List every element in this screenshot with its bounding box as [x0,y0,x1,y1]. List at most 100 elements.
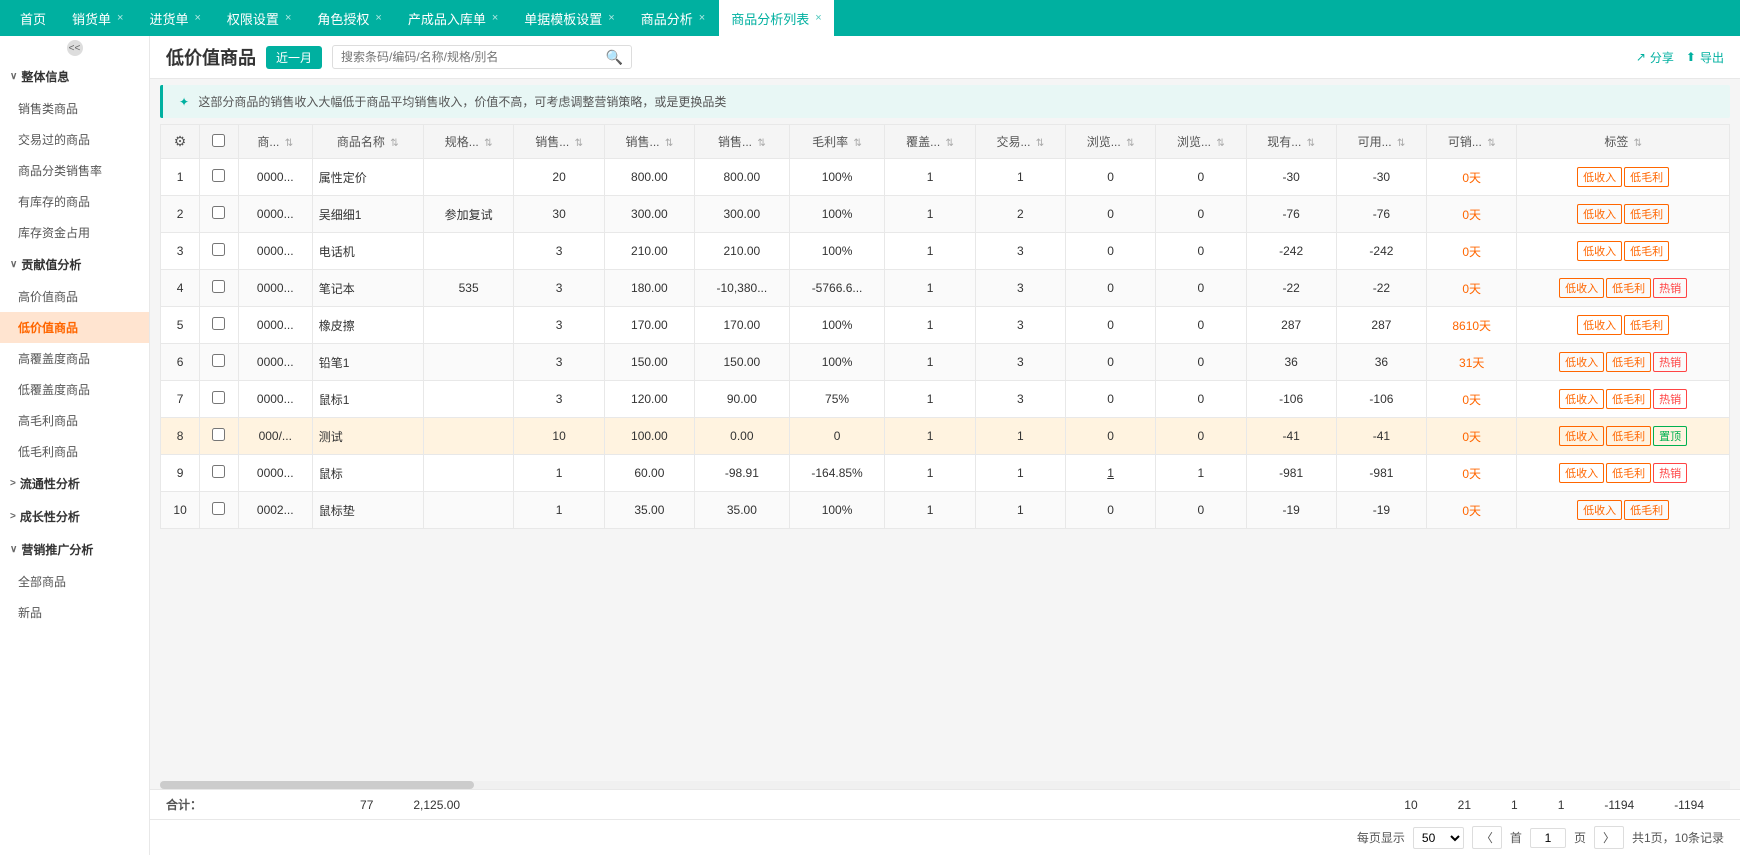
sidebar-item-1-0[interactable]: 高价值商品 [0,281,149,312]
row-sale-qty: 10 [514,418,604,455]
settings-col-header[interactable]: ⚙ [161,125,200,159]
close-icon[interactable]: × [608,12,614,24]
col-coverage[interactable]: 覆盖... ⇅ [885,125,975,159]
col-sale-qty[interactable]: 销售... ⇅ [514,125,604,159]
sidebar-item-1-2[interactable]: 高覆盖度商品 [0,343,149,374]
sidebar-item-0-4[interactable]: 库存资金占用 [0,217,149,248]
row-checkbox[interactable] [200,418,239,455]
share-button[interactable]: ↗ 分享 [1636,49,1674,66]
nav-tab-首页[interactable]: 首页 [8,0,58,36]
view1-value[interactable]: 1 [1107,466,1114,480]
col-tags[interactable]: 标签 ⇅ [1517,125,1730,159]
sidebar-collapse-btn[interactable]: << [67,40,83,56]
row-select-checkbox[interactable] [212,391,225,404]
sidebar-item-1-1[interactable]: 低价值商品 [0,312,149,343]
row-checkbox[interactable] [200,307,239,344]
next-page-btn[interactable]: 〉 [1594,826,1624,849]
scrollbar-thumb[interactable] [160,781,474,789]
nav-tab-商品分析[interactable]: 商品分析× [629,0,717,36]
close-icon[interactable]: × [375,12,381,24]
select-all-checkbox[interactable] [212,134,225,147]
row-select-checkbox[interactable] [212,428,225,441]
close-icon[interactable]: × [285,12,291,24]
sidebar-item-1-3[interactable]: 低覆盖度商品 [0,374,149,405]
nav-tab-商品分析列表[interactable]: 商品分析列表× [719,0,833,36]
sidebar-group-2[interactable]: >流通性分析 [0,467,149,500]
col-current[interactable]: 现有... ⇅ [1246,125,1336,159]
sidebar-item-4-0[interactable]: 全部商品 [0,566,149,597]
close-icon[interactable]: × [815,12,821,24]
row-checkbox[interactable] [200,270,239,307]
row-available: -981 [1336,455,1426,492]
row-sale-cost: 150.00 [695,344,790,381]
nav-tab-销货单[interactable]: 销货单× [60,0,135,36]
nav-tab-角色授权[interactable]: 角色授权× [305,0,393,36]
sidebar-item-0-2[interactable]: 商品分类销售率 [0,155,149,186]
col-margin[interactable]: 毛利率 ⇅ [789,125,885,159]
view1-value: 0 [1107,429,1114,443]
col-view2[interactable]: 浏览... ⇅ [1156,125,1246,159]
col-code[interactable]: 商... ⇅ [238,125,312,159]
row-view1[interactable]: 1 [1065,455,1155,492]
first-page-btn[interactable]: 〈 [1472,826,1502,849]
search-icon[interactable]: 🔍 [606,49,623,66]
checkbox-col-header[interactable] [200,125,239,159]
close-icon[interactable]: × [194,12,200,24]
row-select-checkbox[interactable] [212,354,225,367]
row-checkbox[interactable] [200,233,239,270]
sidebar-item-4-1[interactable]: 新品 [0,597,149,628]
row-spec [423,233,514,270]
col-trade[interactable]: 交易... ⇅ [975,125,1065,159]
row-saleable: 0天 [1427,455,1517,492]
row-select-checkbox[interactable] [212,465,225,478]
row-checkbox[interactable] [200,196,239,233]
nav-tab-进货单[interactable]: 进货单× [137,0,212,36]
col-available[interactable]: 可用... ⇅ [1336,125,1426,159]
row-select-checkbox[interactable] [212,169,225,182]
row-checkbox[interactable] [200,492,239,529]
search-input[interactable] [341,46,606,68]
row-trade: 1 [975,159,1065,196]
row-select-checkbox[interactable] [212,280,225,293]
sidebar-item-0-1[interactable]: 交易过的商品 [0,124,149,155]
col-saleable[interactable]: 可销... ⇅ [1427,125,1517,159]
col-name[interactable]: 商品名称 ⇅ [312,125,423,159]
row-checkbox[interactable] [200,455,239,492]
nav-tab-产成品入库单[interactable]: 产成品入库单× [396,0,510,36]
footer-cells: 77 2,125.00 10 21 1 1 -1194 -1194 [210,798,1724,812]
row-checkbox[interactable] [200,381,239,418]
sidebar-item-1-4[interactable]: 高毛利商品 [0,405,149,436]
row-spec [423,381,514,418]
nav-tab-单据模板设置[interactable]: 单据模板设置× [512,0,626,36]
filter-button[interactable]: 近一月 [266,46,322,69]
sidebar-item-0-3[interactable]: 有库存的商品 [0,186,149,217]
horizontal-scrollbar[interactable] [160,781,1730,789]
sidebar-group-3[interactable]: >成长性分析 [0,500,149,533]
close-icon[interactable]: × [117,12,123,24]
row-margin: -5766.6... [789,270,885,307]
row-select-checkbox[interactable] [212,243,225,256]
col-sale-cost[interactable]: 销售... ⇅ [695,125,790,159]
nav-tab-权限设置[interactable]: 权限设置× [215,0,303,36]
export-button[interactable]: ⬆ 导出 [1686,49,1724,66]
sidebar-item-0-0[interactable]: 销售类商品 [0,93,149,124]
per-page-select[interactable]: 50 100 200 [1413,827,1464,849]
settings-icon[interactable]: ⚙ [174,133,187,149]
col-view1[interactable]: 浏览... ⇅ [1065,125,1155,159]
row-select-checkbox[interactable] [212,206,225,219]
row-checkbox[interactable] [200,344,239,381]
row-checkbox[interactable] [200,159,239,196]
row-select-checkbox[interactable] [212,502,225,515]
close-icon[interactable]: × [699,12,705,24]
close-icon[interactable]: × [492,12,498,24]
sidebar-group-0[interactable]: ∨整体信息 [0,60,149,93]
row-saleable: 0天 [1427,270,1517,307]
col-spec[interactable]: 规格... ⇅ [423,125,514,159]
sidebar-group-4[interactable]: ∨营销推广分析 [0,533,149,566]
sidebar-item-1-5[interactable]: 低毛利商品 [0,436,149,467]
row-select-checkbox[interactable] [212,317,225,330]
sidebar-group-1[interactable]: ∨贡献值分析 [0,248,149,281]
col-sale-amount[interactable]: 销售... ⇅ [604,125,694,159]
current-page-input[interactable] [1530,828,1566,848]
main-layout: << ∨整体信息销售类商品交易过的商品商品分类销售率有库存的商品库存资金占用∨贡献… [0,36,1740,855]
